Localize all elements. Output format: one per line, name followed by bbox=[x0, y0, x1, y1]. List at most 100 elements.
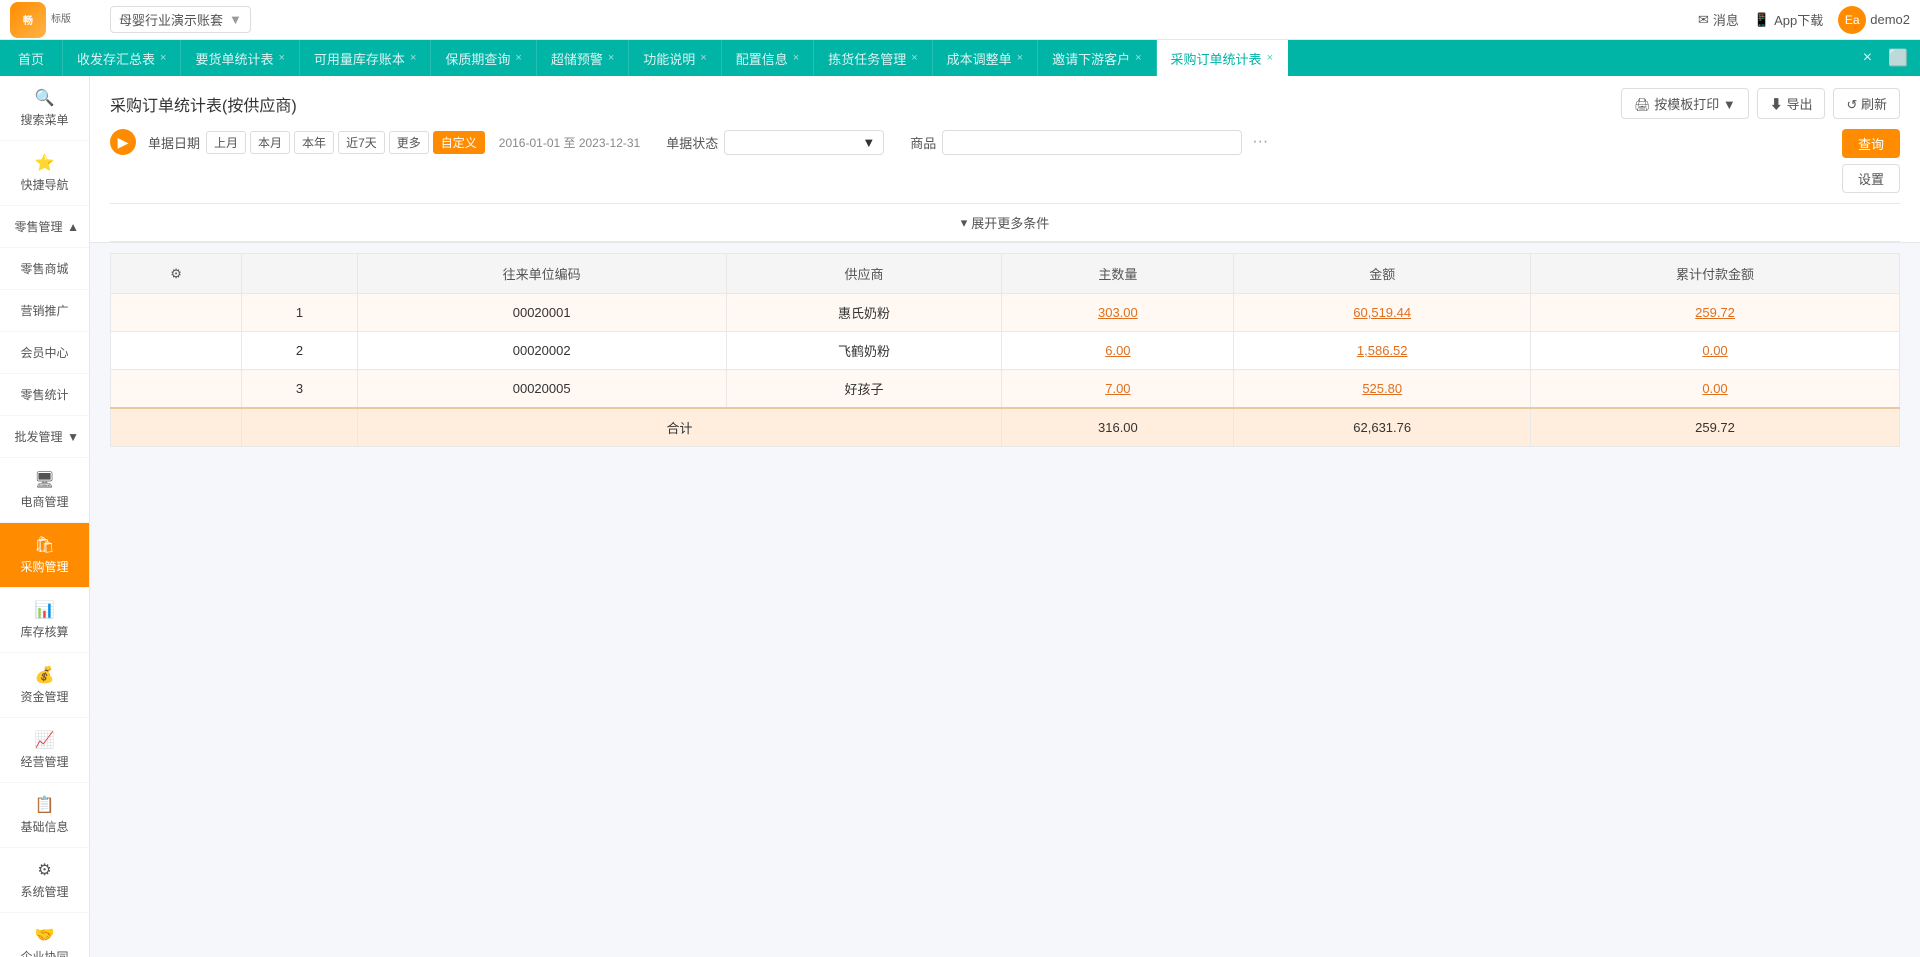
expand-button[interactable]: ▾ 展开更多条件 bbox=[951, 210, 1060, 235]
close-icon[interactable]: × bbox=[911, 52, 917, 64]
sidebar-item-retail-mgmt[interactable]: 零售管理 ▲ bbox=[0, 206, 89, 248]
query-button[interactable]: 查询 bbox=[1842, 129, 1900, 158]
row3-amount-link[interactable]: 525.80 bbox=[1362, 381, 1402, 396]
maximize-button[interactable]: ⬜ bbox=[1884, 44, 1912, 72]
tab-caigou-active[interactable]: 采购订单统计表 × bbox=[1157, 40, 1288, 76]
close-icon[interactable]: × bbox=[700, 52, 706, 64]
footer-amount: 62,631.76 bbox=[1234, 408, 1531, 447]
row3-paid-link[interactable]: 0.00 bbox=[1702, 381, 1727, 396]
tab-chengben[interactable]: 成本调整单 × bbox=[933, 40, 1038, 76]
tab-yaohuo-label: 要货单统计表 bbox=[195, 49, 273, 68]
sidebar-item-shortcut[interactable]: ⭐ 快捷导航 bbox=[0, 141, 89, 206]
sidebar-item-inventory[interactable]: 📊 库存核算 bbox=[0, 588, 89, 653]
tab-home[interactable]: 首页 bbox=[0, 40, 63, 76]
tab-yaoqing[interactable]: 邀请下游客户 × bbox=[1038, 40, 1156, 76]
export-button[interactable]: ⬇ 导出 bbox=[1757, 88, 1826, 119]
last-month-button[interactable]: 上月 bbox=[206, 131, 246, 154]
main-container: 🔍 搜索菜单 ⭐ 快捷导航 零售管理 ▲ 零售商城 营销推广 会员中心 零售统计… bbox=[0, 76, 1920, 957]
row2-amount-link[interactable]: 1,586.52 bbox=[1357, 343, 1408, 358]
settings-button[interactable]: 设置 bbox=[1842, 164, 1900, 193]
content-area: 采购订单统计表(按供应商) 🖨 按模板打印 ▼ ⬇ 导出 ↺ 刷新 bbox=[90, 76, 1920, 957]
row1-quantity[interactable]: 303.00 bbox=[1002, 294, 1234, 332]
expand-row: ▾ 展开更多条件 bbox=[110, 204, 1900, 242]
sidebar-item-purchase[interactable]: 🛍 采购管理 bbox=[0, 523, 89, 588]
tab-keyongliang[interactable]: 可用量库存账本 × bbox=[300, 40, 431, 76]
row1-paid[interactable]: 259.72 bbox=[1531, 294, 1900, 332]
tab-gongneng[interactable]: 功能说明 × bbox=[629, 40, 721, 76]
tab-jianhuo[interactable]: 拣货任务管理 × bbox=[814, 40, 932, 76]
sidebar-shortcut-label: 快捷导航 bbox=[20, 176, 68, 193]
filter-toggle-button[interactable]: ▶ bbox=[110, 129, 136, 155]
close-all-tabs-button[interactable]: × bbox=[1859, 45, 1876, 71]
tab-peizhi[interactable]: 配置信息 × bbox=[722, 40, 814, 76]
goods-more-button[interactable]: ··· bbox=[1248, 129, 1272, 155]
row1-code: 00020001 bbox=[357, 294, 726, 332]
row1-amount-link[interactable]: 60,519.44 bbox=[1353, 305, 1411, 320]
sidebar-item-operations[interactable]: 📈 经营管理 bbox=[0, 718, 89, 783]
logo-text: 畅 bbox=[23, 12, 33, 27]
expand-down-icon: ▾ bbox=[961, 215, 968, 231]
close-icon[interactable]: × bbox=[608, 52, 614, 64]
row2-amount[interactable]: 1,586.52 bbox=[1234, 332, 1531, 370]
last-7-days-button[interactable]: 近7天 bbox=[338, 131, 385, 154]
sidebar-item-enterprise[interactable]: 🤝 企业协同 bbox=[0, 913, 89, 957]
tab-baozhi[interactable]: 保质期查询 × bbox=[431, 40, 536, 76]
row2-quantity[interactable]: 6.00 bbox=[1002, 332, 1234, 370]
tab-chaochuyujing[interactable]: 超储预警 × bbox=[537, 40, 629, 76]
refresh-label: 刷新 bbox=[1861, 97, 1887, 112]
sidebar-item-finance[interactable]: 💰 资金管理 bbox=[0, 653, 89, 718]
close-icon[interactable]: × bbox=[410, 52, 416, 64]
row3-quantity[interactable]: 7.00 bbox=[1002, 370, 1234, 409]
this-year-button[interactable]: 本年 bbox=[294, 131, 334, 154]
sidebar-item-system[interactable]: ⚙ 系统管理 bbox=[0, 848, 89, 913]
top-bar: 畅 标版 母婴行业演示账套 ▼ ✉ 消息 📱 App下载 Ea demo2 bbox=[0, 0, 1920, 40]
sidebar-item-ecommerce[interactable]: 🖥 电商管理 bbox=[0, 458, 89, 523]
goods-input[interactable] bbox=[942, 130, 1242, 155]
page-header: 采购订单统计表(按供应商) 🖨 按模板打印 ▼ ⬇ 导出 ↺ 刷新 bbox=[90, 76, 1920, 243]
tab-shoufacun[interactable]: 收发存汇总表 × bbox=[63, 40, 181, 76]
sidebar-item-basic-info[interactable]: 📋 基础信息 bbox=[0, 783, 89, 848]
row1-quantity-link[interactable]: 303.00 bbox=[1098, 305, 1138, 320]
row1-paid-link[interactable]: 259.72 bbox=[1695, 305, 1735, 320]
row1-amount[interactable]: 60,519.44 bbox=[1234, 294, 1531, 332]
close-icon[interactable]: × bbox=[1017, 52, 1023, 64]
logo-area: 畅 标版 bbox=[10, 2, 100, 38]
close-icon[interactable]: × bbox=[515, 52, 521, 64]
tab-gongneng-label: 功能说明 bbox=[643, 49, 695, 68]
print-button[interactable]: 🖨 按模板打印 ▼ bbox=[1621, 88, 1749, 119]
table-footer-row: 合计 316.00 62,631.76 259.72 bbox=[111, 408, 1900, 447]
row2-quantity-link[interactable]: 6.00 bbox=[1105, 343, 1130, 358]
close-icon[interactable]: × bbox=[1267, 52, 1273, 64]
sidebar-item-membership[interactable]: 会员中心 bbox=[0, 332, 89, 374]
footer-quantity: 316.00 bbox=[1002, 408, 1234, 447]
close-icon[interactable]: × bbox=[278, 52, 284, 64]
sidebar-item-wholesale[interactable]: 批发管理 ▼ bbox=[0, 416, 89, 458]
sidebar-item-search[interactable]: 🔍 搜索菜单 bbox=[0, 76, 89, 141]
close-icon[interactable]: × bbox=[793, 52, 799, 64]
user-profile[interactable]: Ea demo2 bbox=[1838, 6, 1910, 34]
row3-quantity-link[interactable]: 7.00 bbox=[1105, 381, 1130, 396]
app-download-button[interactable]: 📱 App下载 bbox=[1754, 10, 1823, 29]
row2-paid-link[interactable]: 0.00 bbox=[1702, 343, 1727, 358]
this-month-button[interactable]: 本月 bbox=[250, 131, 290, 154]
message-button[interactable]: ✉ 消息 bbox=[1698, 10, 1739, 29]
tab-yaohuo[interactable]: 要货单统计表 × bbox=[181, 40, 299, 76]
row3-amount[interactable]: 525.80 bbox=[1234, 370, 1531, 409]
print-label: 按模板打印 bbox=[1654, 97, 1719, 112]
col-quantity: 主数量 bbox=[1002, 254, 1234, 294]
workspace-selector[interactable]: 母婴行业演示账套 ▼ bbox=[110, 6, 251, 33]
status-select[interactable]: ▼ bbox=[724, 130, 884, 155]
sidebar-item-retail-mall[interactable]: 零售商城 bbox=[0, 248, 89, 290]
close-icon[interactable]: × bbox=[1135, 52, 1141, 64]
row1-gear bbox=[111, 294, 242, 332]
sidebar-item-marketing[interactable]: 营销推广 bbox=[0, 290, 89, 332]
sidebar-item-retail-stats[interactable]: 零售统计 bbox=[0, 374, 89, 416]
row3-paid[interactable]: 0.00 bbox=[1531, 370, 1900, 409]
row2-paid[interactable]: 0.00 bbox=[1531, 332, 1900, 370]
date-filter-group: 单据日期 上月 本月 本年 近7天 更多 自定义 bbox=[148, 131, 485, 154]
close-icon[interactable]: × bbox=[160, 52, 166, 64]
more-dates-button[interactable]: 更多 bbox=[389, 131, 429, 154]
sidebar-retail-mall-label: 零售商城 bbox=[20, 260, 68, 277]
refresh-button[interactable]: ↺ 刷新 bbox=[1833, 88, 1900, 119]
row3-gear bbox=[111, 370, 242, 409]
